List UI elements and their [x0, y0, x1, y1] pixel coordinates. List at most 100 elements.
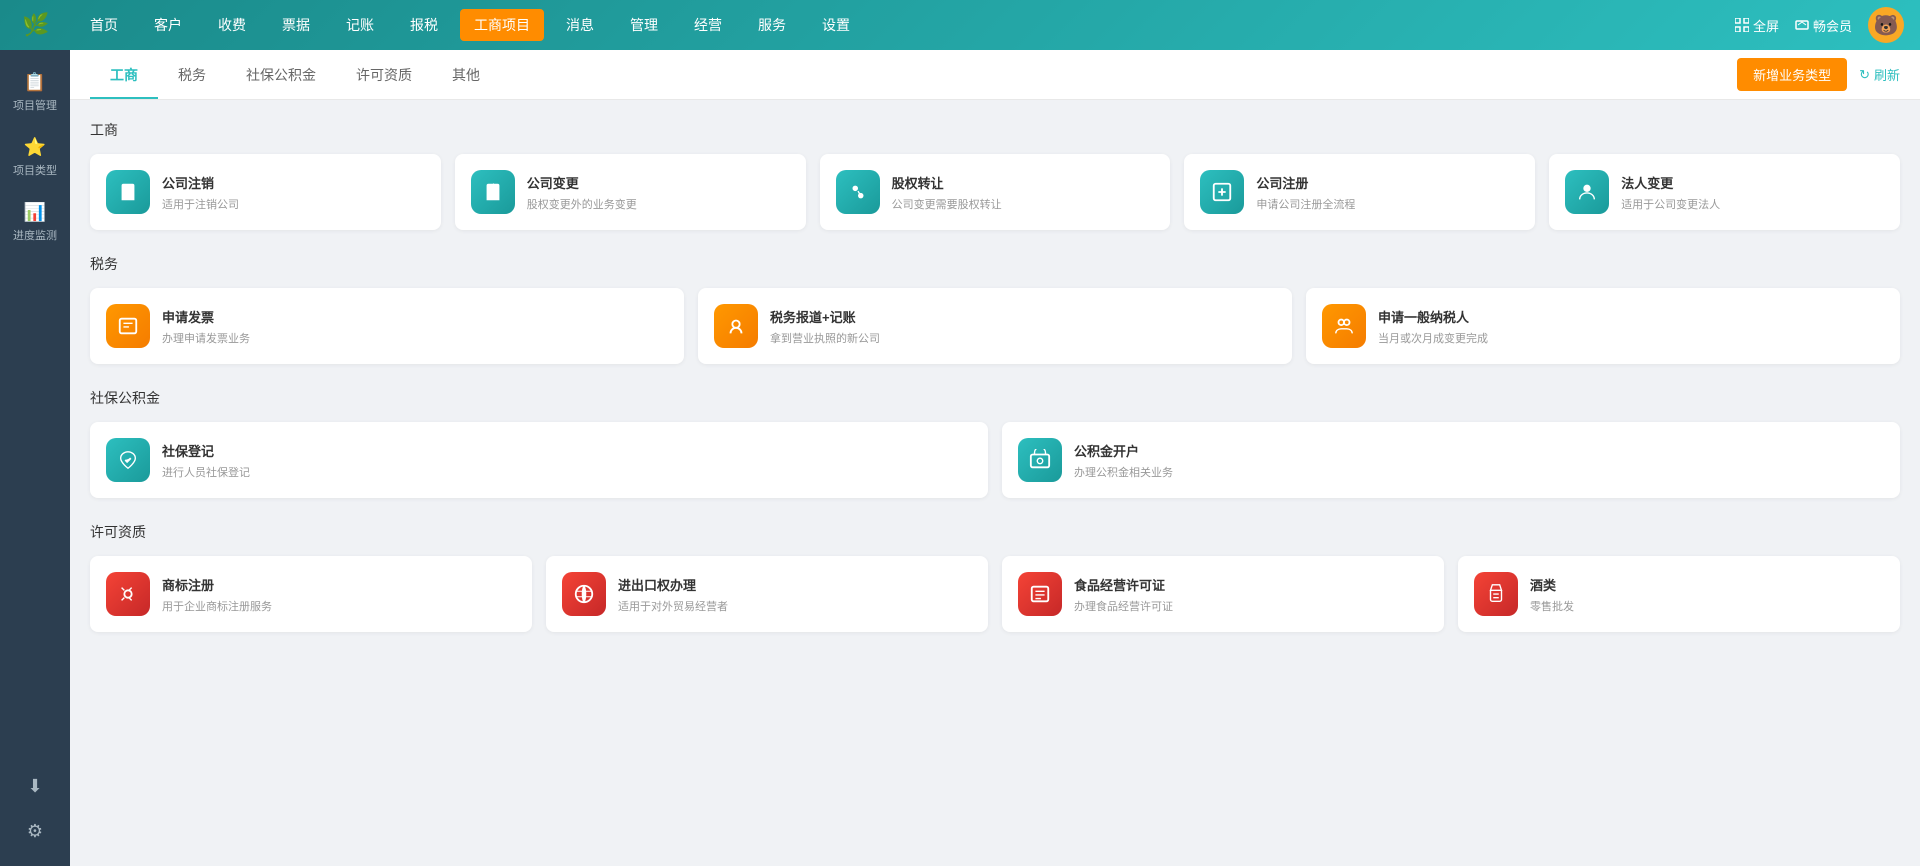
progress-monitor-icon: 📊: [24, 202, 46, 223]
company-register-desc: 申请公司注册全流程: [1256, 196, 1519, 212]
card-social-insurance[interactable]: 社保登记 进行人员社保登记: [90, 422, 988, 498]
card-food-license[interactable]: 食品经营许可证 办理食品经营许可证: [1002, 556, 1444, 632]
equity-transfer-info: 股权转让 公司变更需要股权转让: [892, 173, 1155, 212]
tab-bar: 工商 税务 社保公积金 许可资质 其他 新增业务类型 ↻ 刷新: [70, 50, 1920, 100]
card-equity-transfer[interactable]: 股权转让 公司变更需要股权转让: [820, 154, 1171, 230]
legal-change-desc: 适用于公司变更法人: [1621, 196, 1884, 212]
main-layout: 📋 项目管理 ⭐ 项目类型 📊 进度监测 ⬇ ⚙ 工商 税务 社保公积金 许可资…: [0, 50, 1920, 866]
project-manage-icon: 📋: [24, 72, 46, 93]
tab-social-security[interactable]: 社保公积金: [226, 51, 336, 99]
equity-transfer-desc: 公司变更需要股权转让: [892, 196, 1155, 212]
provident-fund-info: 公积金开户 办理公积金相关业务: [1074, 441, 1884, 480]
card-import-export[interactable]: 进出口权办理 适用于对外贸易经营者: [546, 556, 988, 632]
new-business-type-button[interactable]: 新增业务类型: [1737, 58, 1847, 91]
license-cards-grid: 商标注册 用于企业商标注册服务 进出口权办理 适用于对外贸易经营者: [90, 556, 1900, 632]
tax-bookkeeping-info: 税务报道+记账 拿到营业执照的新公司: [770, 307, 1276, 346]
import-export-desc: 适用于对外贸易经营者: [618, 598, 972, 614]
legal-change-title: 法人变更: [1621, 173, 1884, 192]
company-register-icon: [1200, 170, 1244, 214]
sidebar-label-progress-monitor: 进度监测: [13, 227, 57, 243]
tab-license[interactable]: 许可资质: [336, 51, 432, 99]
top-right-actions: 全屏 畅会员 🐻: [1735, 7, 1904, 43]
tab-industrial[interactable]: 工商: [90, 51, 158, 99]
company-cancel-icon: [106, 170, 150, 214]
provident-fund-icon: [1018, 438, 1062, 482]
nav-invoice[interactable]: 票据: [268, 9, 324, 41]
company-register-title: 公司注册: [1256, 173, 1519, 192]
provident-fund-title: 公积金开户: [1074, 441, 1884, 460]
sidebar-item-project-manage[interactable]: 📋 项目管理: [0, 60, 70, 125]
section-title-tax: 税务: [90, 254, 1900, 274]
equity-transfer-icon: [836, 170, 880, 214]
social-insurance-title: 社保登记: [162, 441, 972, 460]
trademark-info: 商标注册 用于企业商标注册服务: [162, 575, 516, 614]
user-avatar[interactable]: 🐻: [1868, 7, 1904, 43]
apply-invoice-title: 申请发票: [162, 307, 668, 326]
legal-change-info: 法人变更 适用于公司变更法人: [1621, 173, 1884, 212]
content-area: 工商 税务 社保公积金 许可资质 其他 新增业务类型 ↻ 刷新 工商: [70, 50, 1920, 866]
card-trademark[interactable]: 商标注册 用于企业商标注册服务: [90, 556, 532, 632]
import-export-icon: [562, 572, 606, 616]
card-legal-change[interactable]: 法人变更 适用于公司变更法人: [1549, 154, 1900, 230]
app-logo: 🌿: [16, 5, 56, 45]
import-export-info: 进出口权办理 适用于对外贸易经营者: [618, 575, 972, 614]
nav-message[interactable]: 消息: [552, 9, 608, 41]
top-navigation: 🌿 首页 客户 收费 票据 记账 报税 工商项目 消息 管理 经营 服务 设置 …: [0, 0, 1920, 50]
social-insurance-info: 社保登记 进行人员社保登记: [162, 441, 972, 480]
tax-bookkeeping-icon: [714, 304, 758, 348]
card-company-cancel[interactable]: 公司注销 适用于注销公司: [90, 154, 441, 230]
legal-change-icon: [1565, 170, 1609, 214]
fullscreen-button[interactable]: 全屏: [1735, 16, 1779, 35]
social-insurance-desc: 进行人员社保登记: [162, 464, 972, 480]
sidebar-item-progress-monitor[interactable]: 📊 进度监测: [0, 190, 70, 255]
apply-invoice-info: 申请发票 办理申请发票业务: [162, 307, 668, 346]
company-cancel-desc: 适用于注销公司: [162, 196, 425, 212]
vip-button[interactable]: 畅会员: [1795, 16, 1852, 35]
social-cards-grid: 社保登记 进行人员社保登记 公积金开户 办理公积金相关业务: [90, 422, 1900, 498]
section-title-industrial: 工商: [90, 120, 1900, 140]
card-provident-fund[interactable]: 公积金开户 办理公积金相关业务: [1002, 422, 1900, 498]
general-taxpayer-title: 申请一般纳税人: [1378, 307, 1884, 326]
food-license-info: 食品经营许可证 办理食品经营许可证: [1074, 575, 1428, 614]
nav-tax[interactable]: 报税: [396, 9, 452, 41]
nav-bookkeeping[interactable]: 记账: [332, 9, 388, 41]
nav-settings[interactable]: 设置: [808, 9, 864, 41]
tab-bar-actions: 新增业务类型 ↻ 刷新: [1737, 58, 1900, 91]
nav-operation[interactable]: 经营: [680, 9, 736, 41]
company-change-desc: 股权变更外的业务变更: [527, 196, 790, 212]
nav-manage[interactable]: 管理: [616, 9, 672, 41]
industrial-cards-grid: 公司注销 适用于注销公司 公司变更 股权变更外的业务变更: [90, 154, 1900, 230]
tab-other[interactable]: 其他: [432, 51, 500, 99]
trademark-desc: 用于企业商标注册服务: [162, 598, 516, 614]
nav-service[interactable]: 服务: [744, 9, 800, 41]
company-cancel-title: 公司注销: [162, 173, 425, 192]
general-taxpayer-info: 申请一般纳税人 当月或次月成变更完成: [1378, 307, 1884, 346]
card-general-taxpayer[interactable]: 申请一般纳税人 当月或次月成变更完成: [1306, 288, 1900, 364]
sidebar-label-project-type: 项目类型: [13, 162, 57, 178]
equity-transfer-title: 股权转让: [892, 173, 1155, 192]
sidebar-download-icon[interactable]: ⬇: [19, 768, 50, 805]
card-alcohol[interactable]: 酒类 零售批发: [1458, 556, 1900, 632]
food-license-desc: 办理食品经营许可证: [1074, 598, 1428, 614]
tab-tax[interactable]: 税务: [158, 51, 226, 99]
card-apply-invoice[interactable]: 申请发票 办理申请发票业务: [90, 288, 684, 364]
card-company-change[interactable]: 公司变更 股权变更外的业务变更: [455, 154, 806, 230]
nav-industrial[interactable]: 工商项目: [460, 9, 544, 41]
project-type-icon: ⭐: [24, 137, 46, 158]
refresh-button[interactable]: ↻ 刷新: [1859, 65, 1900, 84]
nav-customer[interactable]: 客户: [140, 9, 196, 41]
company-cancel-info: 公司注销 适用于注销公司: [162, 173, 425, 212]
trademark-icon: [106, 572, 150, 616]
food-license-title: 食品经营许可证: [1074, 575, 1428, 594]
sidebar-item-project-type[interactable]: ⭐ 项目类型: [0, 125, 70, 190]
card-tax-bookkeeping[interactable]: 税务报道+记账 拿到营业执照的新公司: [698, 288, 1292, 364]
card-company-register[interactable]: 公司注册 申请公司注册全流程: [1184, 154, 1535, 230]
section-title-license: 许可资质: [90, 522, 1900, 542]
nav-home[interactable]: 首页: [76, 9, 132, 41]
sidebar-bottom: ⬇ ⚙: [19, 768, 51, 866]
section-title-social: 社保公积金: [90, 388, 1900, 408]
sidebar-settings-icon[interactable]: ⚙: [19, 813, 51, 850]
company-change-info: 公司变更 股权变更外的业务变更: [527, 173, 790, 212]
scroll-content: 工商 公司注销 适用于注销公司 公司变更: [70, 100, 1920, 866]
nav-fee[interactable]: 收费: [204, 9, 260, 41]
